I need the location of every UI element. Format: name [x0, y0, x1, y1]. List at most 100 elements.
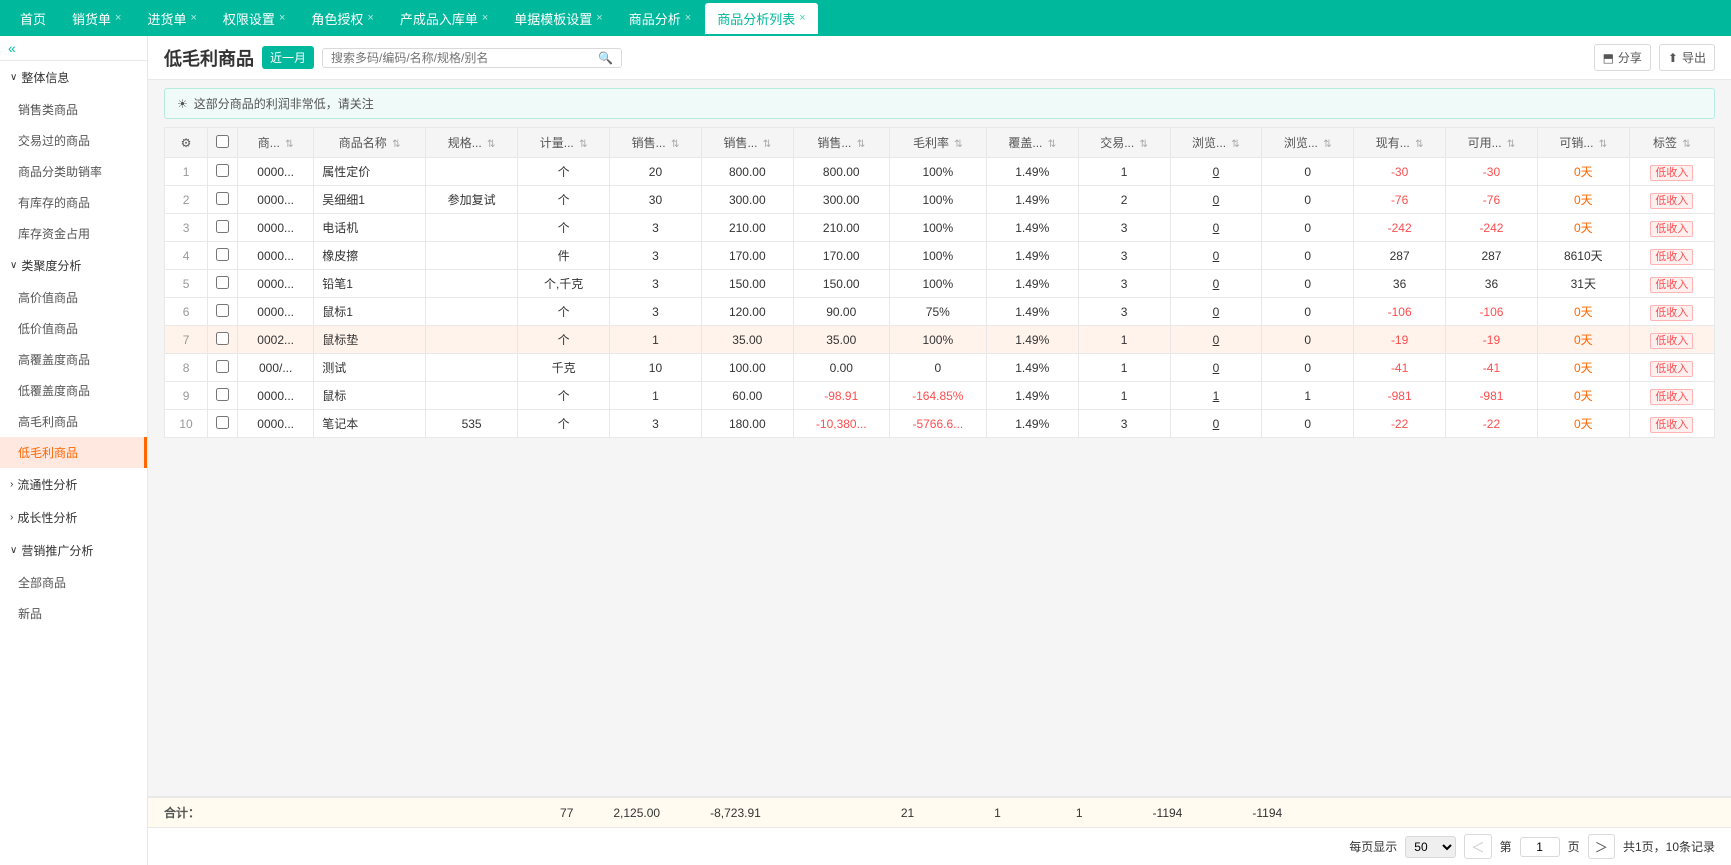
view1-link[interactable]: 1 [1213, 389, 1220, 403]
cell-view1[interactable]: 0 [1170, 214, 1262, 242]
cell-view1[interactable]: 0 [1170, 354, 1262, 382]
sidebar-item-low-margin[interactable]: 低毛利商品 [0, 437, 147, 468]
nav-product-analysis[interactable]: 商品分析 × [617, 3, 703, 34]
row-number: 8 [165, 354, 208, 382]
sidebar-group-liquidity[interactable]: › 流通性分析 [0, 468, 147, 501]
view1-link[interactable]: 0 [1213, 417, 1220, 431]
row-checkbox[interactable] [216, 332, 229, 345]
sidebar-item-traded-products[interactable]: 交易过的商品 [0, 125, 147, 156]
sidebar-item-high-coverage[interactable]: 高覆盖度商品 [0, 344, 147, 375]
sidebar-group-marketing[interactable]: ∨ 营销推广分析 [0, 534, 147, 567]
nav-permission[interactable]: 权限设置 × [211, 3, 297, 34]
prev-page-button[interactable]: ＜ [1464, 834, 1491, 859]
cell-view1[interactable]: 0 [1170, 298, 1262, 326]
col-usable[interactable]: 可用... ⇅ [1446, 128, 1538, 158]
row-checkbox[interactable] [216, 304, 229, 317]
nav-product-inbound[interactable]: 产成品入库单 × [388, 3, 500, 34]
view1-link[interactable]: 0 [1213, 221, 1220, 235]
nav-product-analysis-list[interactable]: 商品分析列表 × [705, 3, 817, 34]
col-tag[interactable]: 标签 ⇅ [1629, 128, 1714, 158]
cell-view1[interactable]: 0 [1170, 410, 1262, 438]
view1-link[interactable]: 0 [1213, 193, 1220, 207]
cell-usable: -22 [1446, 410, 1538, 438]
per-page-select[interactable]: 50 100 200 [1405, 836, 1456, 858]
view1-link[interactable]: 0 [1213, 305, 1220, 319]
row-checkbox[interactable] [216, 164, 229, 177]
view1-link[interactable]: 0 [1213, 165, 1220, 179]
next-page-button[interactable]: ＞ [1588, 834, 1615, 859]
sidebar-item-category-sales-rate[interactable]: 商品分类助销率 [0, 156, 147, 187]
sidebar-collapse-button[interactable]: « [8, 40, 16, 56]
close-icon[interactable]: × [685, 12, 691, 24]
col-spec[interactable]: 规格... ⇅ [425, 128, 517, 158]
cell-saleable: 8610天 [1537, 242, 1629, 270]
cell-view1[interactable]: 1 [1170, 382, 1262, 410]
col-sales1[interactable]: 销售... ⇅ [610, 128, 702, 158]
view1-link[interactable]: 0 [1213, 333, 1220, 347]
cell-trade: 1 [1078, 158, 1170, 186]
row-checkbox[interactable] [216, 220, 229, 233]
sidebar-item-stock-capital[interactable]: 库存资金占用 [0, 218, 147, 249]
sidebar-item-sales-products[interactable]: 销售类商品 [0, 94, 147, 125]
sidebar-group-growth[interactable]: › 成长性分析 [0, 501, 147, 534]
row-checkbox[interactable] [216, 388, 229, 401]
col-gross-rate[interactable]: 毛利率 ⇅ [889, 128, 986, 158]
sidebar-item-new-products[interactable]: 新品 [0, 598, 147, 629]
nav-role-auth[interactable]: 角色授权 × [299, 3, 385, 34]
sidebar-group-cluster[interactable]: ∨ 类聚度分析 [0, 249, 147, 282]
table-row: 10000...属性定价个20800.00800.00100%1.49%100-… [165, 158, 1715, 186]
sidebar-item-low-value[interactable]: 低价值商品 [0, 313, 147, 344]
share-button[interactable]: ⬒ 分享 [1594, 44, 1651, 71]
nav-home[interactable]: 首页 [8, 3, 58, 34]
col-current[interactable]: 现有... ⇅ [1354, 128, 1446, 158]
search-icon: 🔍 [598, 51, 613, 65]
time-filter-button[interactable]: 近一月 [262, 46, 314, 69]
row-checkbox[interactable] [216, 360, 229, 373]
cell-view1[interactable]: 0 [1170, 270, 1262, 298]
cell-name: 吴细细1 [314, 186, 426, 214]
export-button[interactable]: ⬆ 导出 [1659, 44, 1715, 71]
close-icon[interactable]: × [190, 12, 196, 24]
search-input[interactable] [331, 51, 598, 65]
view1-link[interactable]: 0 [1213, 249, 1220, 263]
sidebar-item-high-margin[interactable]: 高毛利商品 [0, 406, 147, 437]
close-icon[interactable]: × [279, 12, 285, 24]
col-unit[interactable]: 计量... ⇅ [518, 128, 610, 158]
nav-purchase-order[interactable]: 进货单 × [135, 3, 208, 34]
col-saleable[interactable]: 可销... ⇅ [1537, 128, 1629, 158]
view1-link[interactable]: 0 [1213, 361, 1220, 375]
col-name[interactable]: 商品名称 ⇅ [314, 128, 426, 158]
row-checkbox[interactable] [216, 248, 229, 261]
row-checkbox[interactable] [216, 192, 229, 205]
col-view1[interactable]: 浏览... ⇅ [1170, 128, 1262, 158]
row-checkbox[interactable] [216, 416, 229, 429]
cell-view1[interactable]: 0 [1170, 242, 1262, 270]
col-settings[interactable]: ⚙ [165, 128, 208, 158]
nav-sales-order[interactable]: 销货单 × [60, 3, 133, 34]
close-icon[interactable]: × [367, 12, 373, 24]
select-all-checkbox[interactable] [216, 135, 229, 148]
sidebar-item-stock-products[interactable]: 有库存的商品 [0, 187, 147, 218]
col-trade[interactable]: 交易... ⇅ [1078, 128, 1170, 158]
row-checkbox[interactable] [216, 276, 229, 289]
nav-template-setting[interactable]: 单据模板设置 × [502, 3, 614, 34]
close-icon[interactable]: × [482, 12, 488, 24]
col-sales2[interactable]: 销售... ⇅ [701, 128, 793, 158]
sidebar-item-all-products[interactable]: 全部商品 [0, 567, 147, 598]
cell-view1[interactable]: 0 [1170, 186, 1262, 214]
cell-view1[interactable]: 0 [1170, 326, 1262, 354]
col-code[interactable]: 商... ⇅ [238, 128, 314, 158]
page-header: 低毛利商品 近一月 🔍 ⬒ 分享 ⬆ 导出 [148, 36, 1731, 80]
sidebar-group-overall[interactable]: ∨ 整体信息 [0, 61, 147, 94]
close-icon[interactable]: × [596, 12, 602, 24]
close-icon[interactable]: × [799, 12, 805, 24]
col-view2[interactable]: 浏览... ⇅ [1262, 128, 1354, 158]
sidebar-item-low-coverage[interactable]: 低覆盖度商品 [0, 375, 147, 406]
cell-view1[interactable]: 0 [1170, 158, 1262, 186]
sidebar-item-high-value[interactable]: 高价值商品 [0, 282, 147, 313]
page-number-input[interactable] [1520, 837, 1560, 857]
view1-link[interactable]: 0 [1213, 277, 1220, 291]
close-icon[interactable]: × [115, 12, 121, 24]
col-sales3[interactable]: 销售... ⇅ [793, 128, 889, 158]
col-coverage[interactable]: 覆盖... ⇅ [986, 128, 1078, 158]
